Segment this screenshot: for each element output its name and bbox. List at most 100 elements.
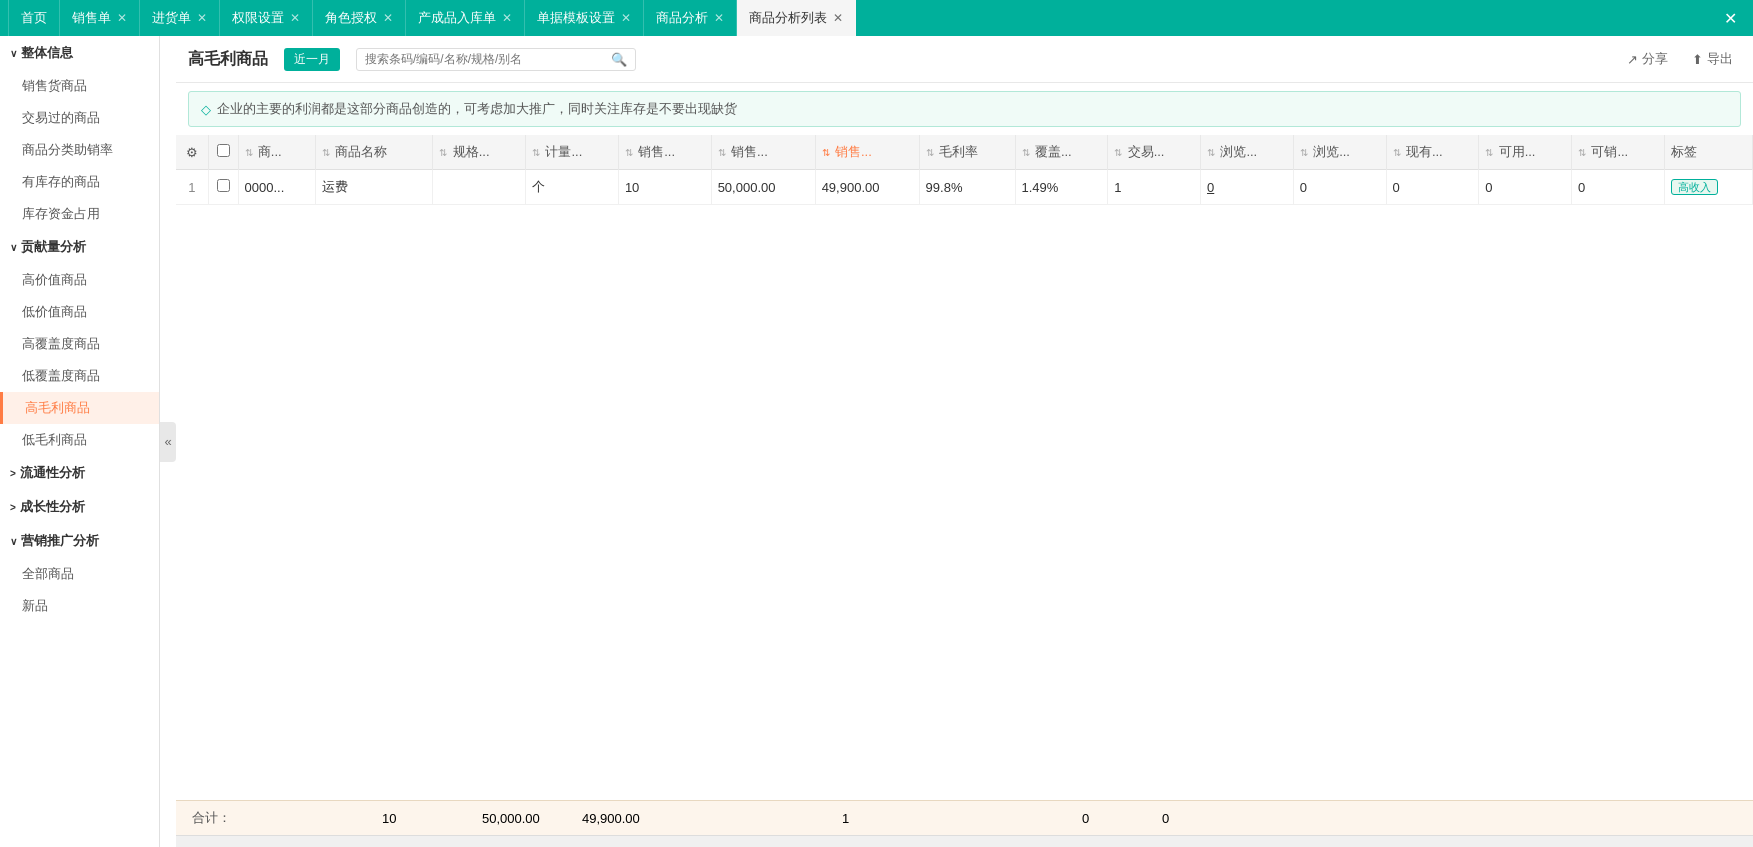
nav-tab-template-label: 单据模板设置 — [537, 9, 615, 27]
footer-current-stock: 0 — [1076, 811, 1156, 826]
select-all-checkbox[interactable] — [217, 144, 230, 157]
cell-sales-qty: 10 — [618, 170, 711, 205]
col-settings[interactable]: ⚙ — [176, 135, 208, 170]
sidebar-section-liquidity-title: 流通性分析 — [20, 464, 85, 482]
cell-view1[interactable]: 0 — [1201, 170, 1294, 205]
window-close-button[interactable]: ✕ — [1716, 9, 1745, 28]
col-current-stock[interactable]: ⇅ 现有... — [1386, 135, 1479, 170]
col-gross-margin[interactable]: ⇅ 毛利率 — [919, 135, 1015, 170]
footer-sales-amount: 50,000.00 — [476, 811, 576, 826]
cell-view2: 0 — [1293, 170, 1386, 205]
nav-tab-product-instock-label: 产成品入库单 — [418, 9, 496, 27]
nav-tab-role-close[interactable]: ✕ — [383, 11, 393, 25]
col-code[interactable]: ⇅ 商... — [238, 135, 315, 170]
nav-tab-goods-analysis-list-close[interactable]: ✕ — [833, 11, 843, 25]
nav-tab-product-instock-close[interactable]: ✕ — [502, 11, 512, 25]
sidebar-section-marketing[interactable]: ∨ 营销推广分析 — [0, 524, 159, 558]
content-area: « 高毛利商品 近一月 🔍 ↗ 分享 ⬆ 导出 — [160, 36, 1753, 847]
nav-tab-goods-analysis-label: 商品分析 — [656, 9, 708, 27]
nav-tab-permission-close[interactable]: ✕ — [290, 11, 300, 25]
table-row: 1 0000... 运费 个 10 50,000.00 49,900.00 99 — [176, 170, 1753, 205]
cell-trade-count: 1 — [1108, 170, 1201, 205]
search-icon[interactable]: 🔍 — [611, 52, 627, 67]
col-sales-amount[interactable]: ⇅ 销售... — [711, 135, 815, 170]
nav-tab-sales-label: 销售单 — [72, 9, 111, 27]
cell-available-stock: 0 — [1479, 170, 1572, 205]
sidebar-item-low-margin[interactable]: 低毛利商品 — [0, 424, 159, 456]
notice-bar: ◇ 企业的主要的利润都是这部分商品创造的，可考虑加大推广，同时关注库存是不要出现… — [188, 91, 1741, 127]
cell-sales-amount: 50,000.00 — [711, 170, 815, 205]
sidebar-item-high-margin[interactable]: 高毛利商品 — [0, 392, 159, 424]
nav-tab-goods-analysis[interactable]: 商品分析 ✕ — [644, 0, 737, 36]
col-sales-qty[interactable]: ⇅ 销售... — [618, 135, 711, 170]
share-icon: ↗ — [1627, 52, 1638, 67]
col-saleable-stock[interactable]: ⇅ 可销... — [1572, 135, 1665, 170]
nav-tab-purchase-label: 进货单 — [152, 9, 191, 27]
nav-tab-sales-close[interactable]: ✕ — [117, 11, 127, 25]
top-nav: 首页 销售单 ✕ 进货单 ✕ 权限设置 ✕ 角色授权 ✕ 产成品入库单 ✕ 单据… — [0, 0, 1753, 36]
cell-checkbox[interactable] — [208, 170, 238, 205]
col-view1[interactable]: ⇅ 浏览... — [1201, 135, 1294, 170]
cell-current-stock: 0 — [1386, 170, 1479, 205]
nav-tab-purchase-close[interactable]: ✕ — [197, 11, 207, 25]
sidebar-section-liquidity[interactable]: > 流通性分析 — [0, 456, 159, 490]
sidebar-section-overall-title: 整体信息 — [21, 44, 73, 62]
col-coverage[interactable]: ⇅ 覆盖... — [1015, 135, 1108, 170]
col-sales-profit[interactable]: ⇅ 销售... — [815, 135, 919, 170]
nav-tab-role-label: 角色授权 — [325, 9, 377, 27]
col-trade-count[interactable]: ⇅ 交易... — [1108, 135, 1201, 170]
col-available-stock[interactable]: ⇅ 可用... — [1479, 135, 1572, 170]
nav-tab-purchase[interactable]: 进货单 ✕ — [140, 0, 220, 36]
sidebar-section-contribution[interactable]: ∨ 贡献量分析 — [0, 230, 159, 264]
nav-tab-template-close[interactable]: ✕ — [621, 11, 631, 25]
sidebar-section-marketing-title: 营销推广分析 — [21, 532, 99, 550]
horizontal-scrollbar[interactable] — [176, 835, 1753, 847]
nav-tab-sales[interactable]: 销售单 ✕ — [60, 0, 140, 36]
goods-table: ⚙ ⇅ 商... ⇅ 商品名称 — [176, 135, 1753, 205]
period-button[interactable]: 近一月 — [284, 48, 340, 71]
col-unit[interactable]: ⇅ 计量... — [526, 135, 619, 170]
tag-badge: 高收入 — [1671, 179, 1718, 195]
sidebar-item-high-coverage[interactable]: 高覆盖度商品 — [0, 328, 159, 360]
search-input[interactable] — [365, 52, 611, 66]
sidebar-collapse-button[interactable]: « — [160, 422, 176, 462]
nav-tab-template[interactable]: 单据模板设置 ✕ — [525, 0, 644, 36]
sidebar-item-new-goods[interactable]: 新品 — [0, 590, 159, 622]
data-table-container: ⚙ ⇅ 商... ⇅ 商品名称 — [176, 135, 1753, 800]
col-spec[interactable]: ⇅ 规格... — [433, 135, 526, 170]
nav-tab-permission[interactable]: 权限设置 ✕ — [220, 0, 313, 36]
sidebar-item-stock-capital[interactable]: 库存资金占用 — [0, 198, 159, 230]
inner-content: 高毛利商品 近一月 🔍 ↗ 分享 ⬆ 导出 ◇ 企业的主要 — [160, 36, 1753, 847]
sidebar-section-contribution-title: 贡献量分析 — [21, 238, 86, 256]
sidebar-section-growth[interactable]: > 成长性分析 — [0, 490, 159, 524]
sidebar-section-overall[interactable]: ∨ 整体信息 — [0, 36, 159, 70]
sidebar-item-sales-goods[interactable]: 销售货商品 — [0, 70, 159, 102]
sidebar-item-category-rate[interactable]: 商品分类助销率 — [0, 134, 159, 166]
nav-tab-product-instock[interactable]: 产成品入库单 ✕ — [406, 0, 525, 36]
col-view2[interactable]: ⇅ 浏览... — [1293, 135, 1386, 170]
total-label: 合计： — [176, 809, 376, 827]
share-button[interactable]: ↗ 分享 — [1619, 46, 1676, 72]
export-icon: ⬆ — [1692, 52, 1703, 67]
sidebar-item-traded-goods[interactable]: 交易过的商品 — [0, 102, 159, 134]
sidebar-item-all-goods[interactable]: 全部商品 — [0, 558, 159, 590]
cell-tag: 高收入 — [1664, 170, 1752, 205]
cell-gross-margin: 99.8% — [919, 170, 1015, 205]
sidebar-item-low-coverage[interactable]: 低覆盖度商品 — [0, 360, 159, 392]
cell-spec — [433, 170, 526, 205]
nav-tab-permission-label: 权限设置 — [232, 9, 284, 27]
sidebar-item-high-value[interactable]: 高价值商品 — [0, 264, 159, 296]
sidebar-item-in-stock-goods[interactable]: 有库存的商品 — [0, 166, 159, 198]
nav-tab-goods-analysis-list[interactable]: 商品分析列表 ✕ — [737, 0, 856, 36]
col-name[interactable]: ⇅ 商品名称 — [315, 135, 432, 170]
col-checkbox[interactable] — [208, 135, 238, 170]
footer-sales-qty: 10 — [376, 811, 476, 826]
sidebar-section-liquidity-arrow: > — [10, 468, 16, 479]
sidebar-item-low-value[interactable]: 低价值商品 — [0, 296, 159, 328]
nav-tab-goods-analysis-list-label: 商品分析列表 — [749, 9, 827, 27]
nav-tab-goods-analysis-close[interactable]: ✕ — [714, 11, 724, 25]
footer-available-stock: 0 — [1156, 811, 1236, 826]
export-button[interactable]: ⬆ 导出 — [1684, 46, 1741, 72]
nav-tab-role[interactable]: 角色授权 ✕ — [313, 0, 406, 36]
nav-tab-home[interactable]: 首页 — [8, 0, 60, 36]
